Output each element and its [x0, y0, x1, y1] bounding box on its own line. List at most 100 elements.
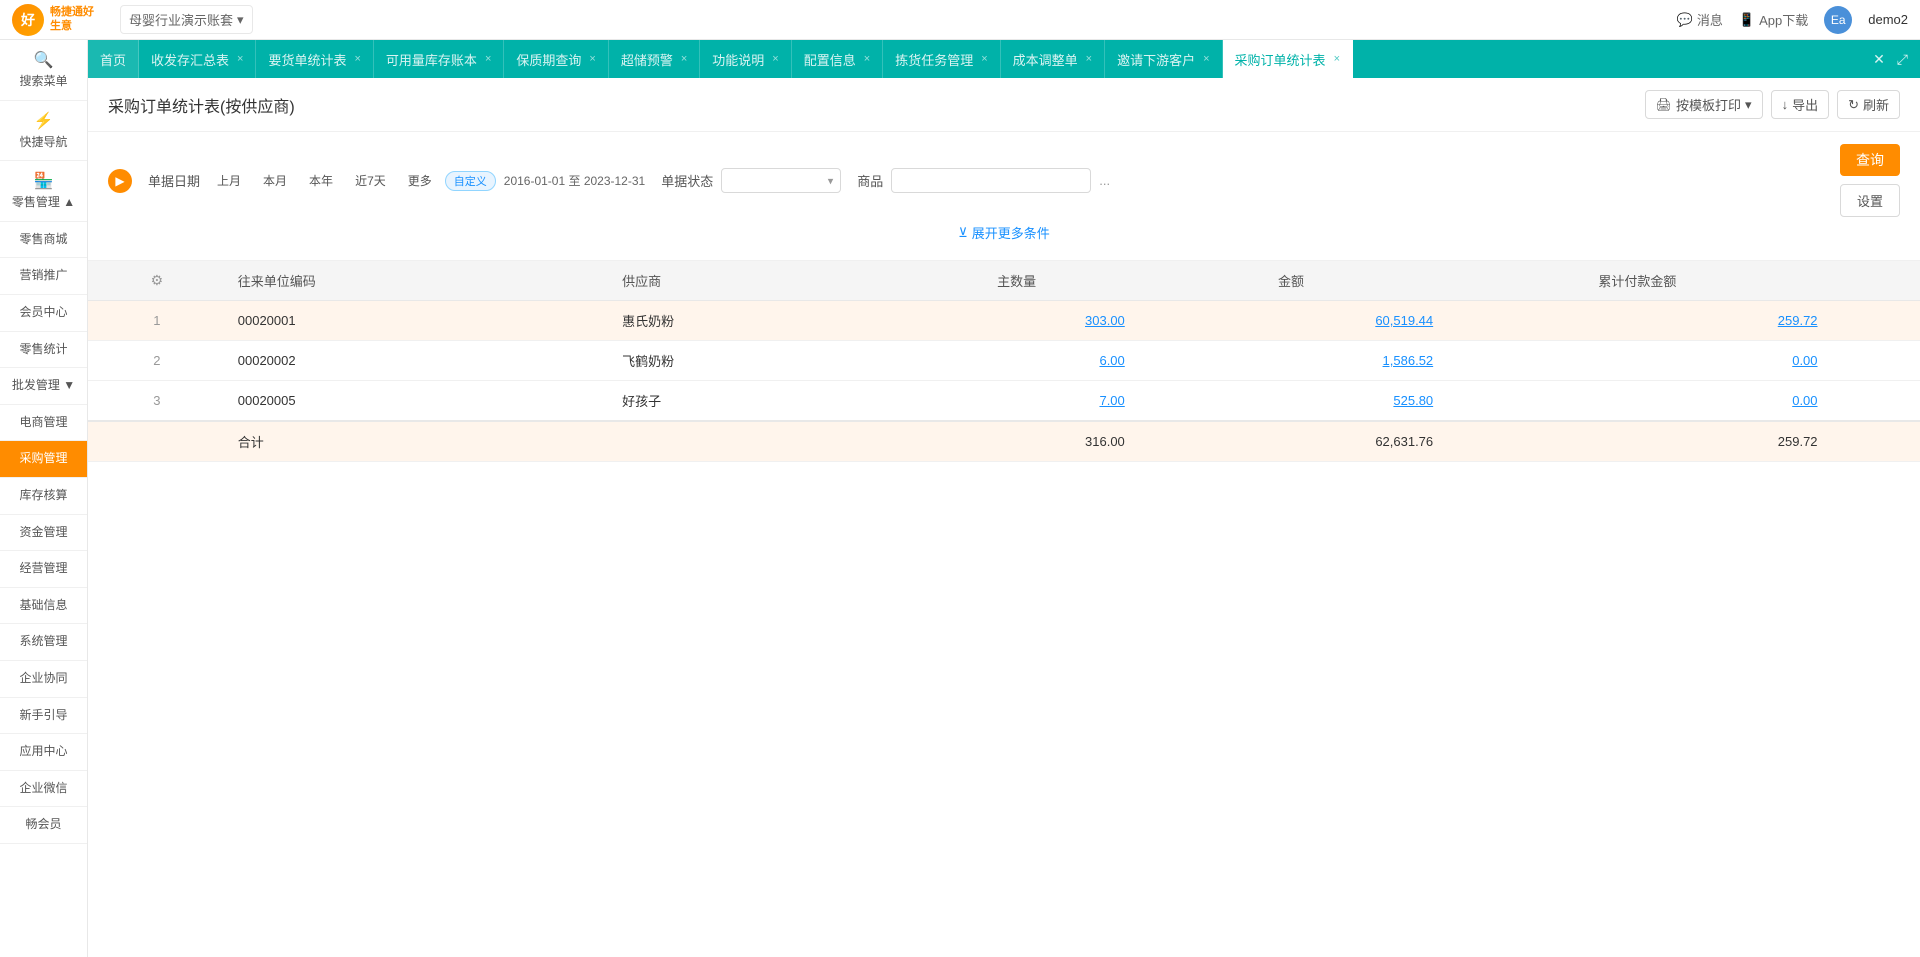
tab-home-label: 首页 [100, 50, 126, 69]
sidebar-item-search[interactable]: 🔍 搜索菜单 [0, 40, 87, 101]
tab-receive-summary-close[interactable]: × [237, 53, 243, 65]
tab-overstock-warning[interactable]: 超储预警 × [609, 40, 700, 78]
template-print-button[interactable]: 🖨 按模板打印 ▾ [1645, 90, 1763, 119]
tab-available-inventory-close[interactable]: × [485, 53, 491, 65]
maximize-button[interactable]: ⤢ [1893, 47, 1912, 72]
template-print-dropdown-icon: ▾ [1745, 97, 1752, 113]
sidebar-label-inventory: 库存核算 [19, 488, 67, 504]
sidebar-item-enterprise[interactable]: 企业协同 [0, 661, 87, 698]
column-settings-icon[interactable]: ⚙ [151, 272, 164, 288]
sidebar-item-ecommerce[interactable]: 电商管理 [0, 405, 87, 442]
sidebar-item-retail-mgmt[interactable]: 🏪 零售管理 ▲ [0, 161, 87, 222]
row-paid-2[interactable]: 0.00 [1445, 341, 1829, 381]
row-amount-3[interactable]: 525.80 [1137, 381, 1445, 422]
sidebar-item-basic-info[interactable]: 基础信息 [0, 588, 87, 625]
app-download-button[interactable]: 📱 App下载 [1739, 10, 1808, 29]
status-filter-label: 单据状态 [661, 171, 713, 190]
tab-config-info-close[interactable]: × [864, 53, 870, 65]
sidebar-item-quick-nav[interactable]: ⚡ 快捷导航 [0, 101, 87, 162]
sidebar-label-ecommerce: 电商管理 [19, 415, 67, 431]
tab-purchase-order-summary-close[interactable]: × [1334, 53, 1340, 65]
row-amount-2[interactable]: 1,586.52 [1137, 341, 1445, 381]
row-qty-3[interactable]: 7.00 [897, 381, 1137, 422]
refresh-button[interactable]: ↻ 刷新 [1837, 90, 1900, 119]
row-num-1: 1 [88, 301, 226, 341]
tab-overstock-warning-close[interactable]: × [681, 53, 687, 65]
sidebar-item-sys-mgmt[interactable]: 系统管理 [0, 624, 87, 661]
close-all-tabs-button[interactable]: ✕ [1869, 47, 1889, 72]
refresh-label: 刷新 [1863, 95, 1889, 114]
expand-label: 展开更多条件 [972, 223, 1050, 242]
tab-cost-adjust[interactable]: 成本调整单 × [1001, 40, 1105, 78]
tab-function-desc[interactable]: 功能说明 × [700, 40, 791, 78]
sidebar-label-marketing: 营销推广 [19, 268, 67, 284]
sidebar-label-app-center: 应用中心 [19, 744, 67, 760]
date-chip-7-days[interactable]: 近7天 [346, 169, 395, 192]
tab-invite-downstream-close[interactable]: × [1203, 53, 1209, 65]
sidebar-label-vip: 畅会员 [25, 817, 61, 833]
col-header-settings: ⚙ [88, 261, 226, 301]
sidebar-label-enterprise-wechat: 企业微信 [19, 781, 67, 797]
sidebar-item-purchase[interactable]: 采购管理 [0, 441, 87, 478]
user-avatar: Ea [1824, 6, 1852, 34]
sidebar-item-marketing[interactable]: 营销推广 [0, 258, 87, 295]
date-chip-last-month[interactable]: 上月 [208, 169, 250, 192]
top-bar-right: 💬 消息 📱 App下载 Ea demo2 [1677, 6, 1908, 34]
footer-extra [1830, 421, 1920, 462]
tab-function-desc-close[interactable]: × [772, 53, 778, 65]
row-paid-1[interactable]: 259.72 [1445, 301, 1829, 341]
query-button[interactable]: 查询 [1840, 144, 1900, 176]
tab-expiry-query[interactable]: 保质期查询 × [504, 40, 608, 78]
user-name[interactable]: demo2 [1868, 12, 1908, 27]
status-select[interactable] [721, 168, 841, 193]
retail-mgmt-icon: 🏪 [34, 171, 54, 191]
date-chip-this-month[interactable]: 本月 [254, 169, 296, 192]
row-extra-2 [1830, 341, 1920, 381]
tab-cost-adjust-label: 成本调整单 [1013, 50, 1078, 69]
sidebar-item-wholesale[interactable]: 批发管理 ▼ [0, 368, 87, 405]
sidebar-item-member[interactable]: 会员中心 [0, 295, 87, 332]
sidebar-item-inventory[interactable]: 库存核算 [0, 478, 87, 515]
tab-receive-summary[interactable]: 收发存汇总表 × [139, 40, 256, 78]
message-button[interactable]: 💬 消息 [1677, 10, 1723, 29]
sidebar-item-retail-stats[interactable]: 零售统计 [0, 332, 87, 369]
tab-purchase-order-summary[interactable]: 采购订单统计表 × [1223, 40, 1353, 78]
filter-date-item: 单据日期 上月 本月 本年 近7天 更多 自定义 2016-01-01 至 20… [148, 169, 645, 192]
export-button[interactable]: ↓ 导出 [1771, 90, 1830, 119]
sidebar-item-operations[interactable]: 经营管理 [0, 551, 87, 588]
tab-config-info[interactable]: 配置信息 × [792, 40, 883, 78]
tab-demand-summary-close[interactable]: × [354, 53, 360, 65]
sidebar-item-finance[interactable]: 资金管理 [0, 515, 87, 552]
filter-toggle-button[interactable]: ▶ [108, 169, 132, 193]
expand-more-button[interactable]: ⊻ 展开更多条件 [108, 217, 1900, 248]
sidebar-item-retail-shop[interactable]: 零售商城 [0, 222, 87, 259]
sidebar-item-enterprise-wechat[interactable]: 企业微信 [0, 771, 87, 808]
sidebar-item-app-center[interactable]: 应用中心 [0, 734, 87, 771]
expand-icon: ⊻ [958, 225, 968, 241]
status-select-wrapper [721, 168, 841, 193]
tab-home[interactable]: 首页 [88, 40, 139, 78]
row-paid-3[interactable]: 0.00 [1445, 381, 1829, 422]
row-amount-1[interactable]: 60,519.44 [1137, 301, 1445, 341]
product-filter-input[interactable] [891, 168, 1091, 193]
tab-expiry-query-close[interactable]: × [589, 53, 595, 65]
row-qty-2[interactable]: 6.00 [897, 341, 1137, 381]
tab-demand-summary[interactable]: 要货单统计表 × [256, 40, 373, 78]
store-selector[interactable]: 母婴行业演示账套 ▾ [120, 5, 253, 34]
tab-invite-downstream[interactable]: 邀请下游客户 × [1105, 40, 1222, 78]
date-chip-this-year[interactable]: 本年 [300, 169, 342, 192]
tab-cost-adjust-close[interactable]: × [1086, 53, 1092, 65]
tab-picking-task-close[interactable]: × [981, 53, 987, 65]
tab-available-inventory[interactable]: 可用量库存账本 × [374, 40, 504, 78]
row-qty-1[interactable]: 303.00 [897, 301, 1137, 341]
date-chip-more[interactable]: 更多 [399, 169, 441, 192]
sidebar-item-vip[interactable]: 畅会员 [0, 807, 87, 844]
product-filter-more-icon[interactable]: ... [1099, 173, 1110, 188]
sidebar-label-retail-shop: 零售商城 [19, 232, 67, 248]
logo-icon: 好 [12, 4, 44, 36]
sidebar-item-new-guide[interactable]: 新手引导 [0, 698, 87, 735]
sidebar-label-member: 会员中心 [19, 305, 67, 321]
date-chip-custom[interactable]: 自定义 [445, 171, 496, 191]
tab-picking-task[interactable]: 拣货任务管理 × [883, 40, 1000, 78]
settings-button[interactable]: 设置 [1840, 184, 1900, 217]
